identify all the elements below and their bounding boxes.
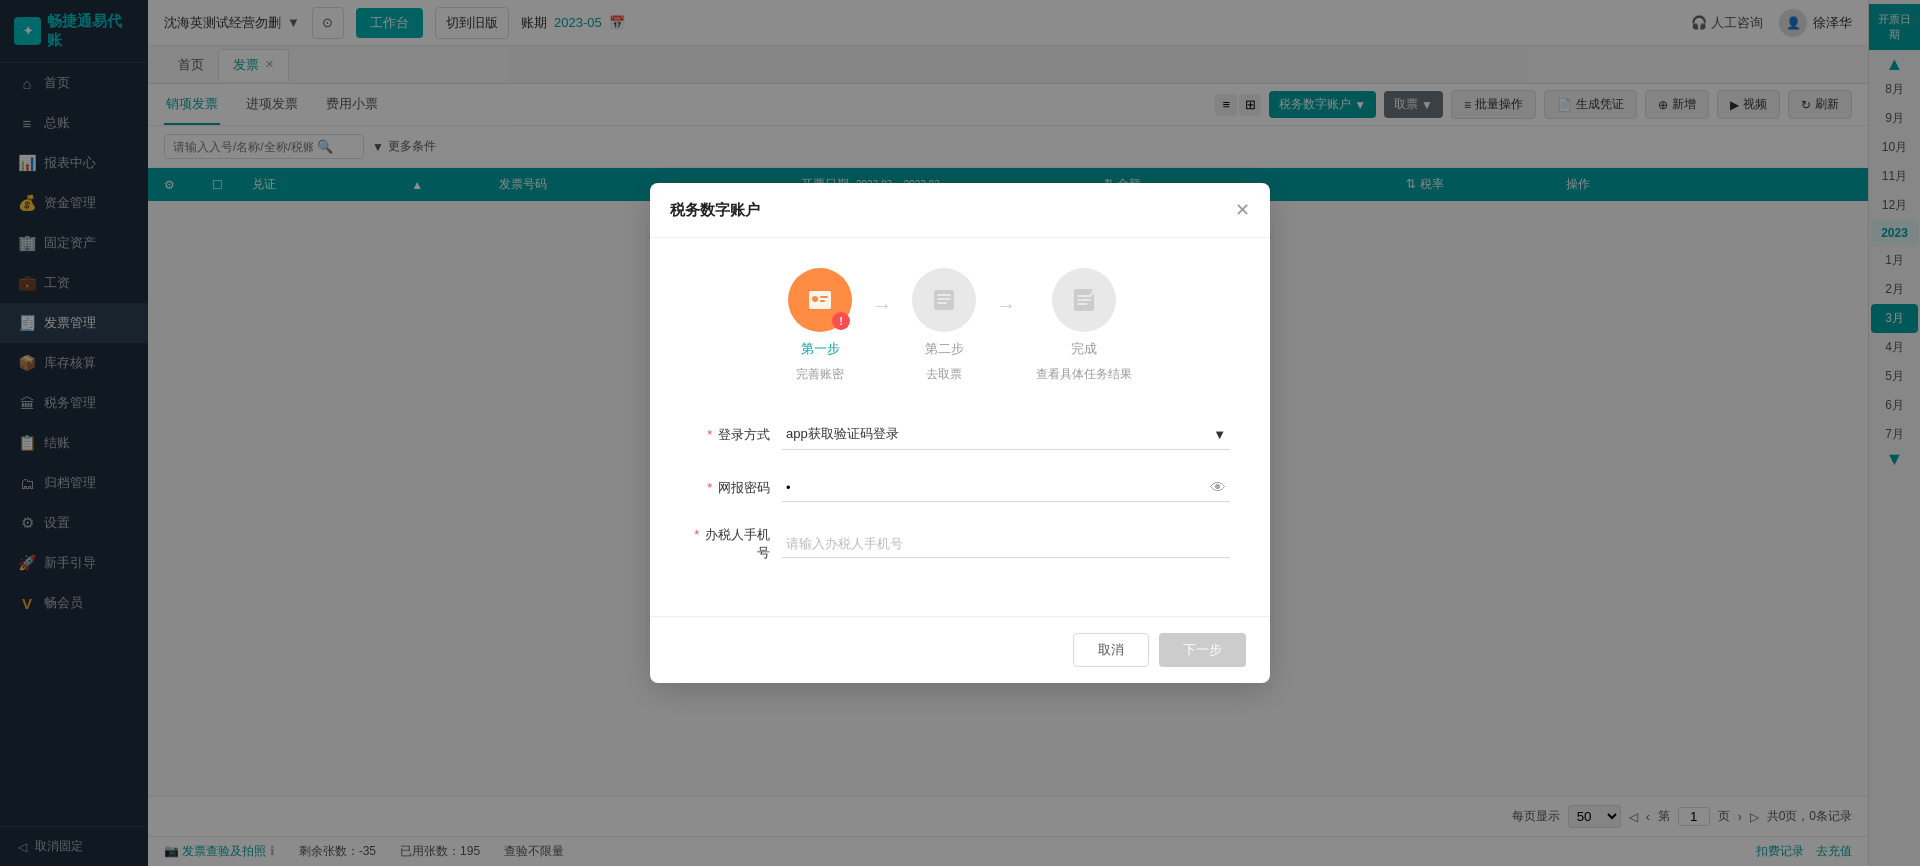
step-arrow-2: → — [976, 294, 1036, 317]
dialog-footer: 取消 下一步 — [650, 616, 1270, 683]
step3-label: 完成 — [1071, 340, 1097, 358]
svg-rect-8 — [937, 298, 951, 300]
form-row-phone: * 办税人手机号 — [690, 526, 1230, 562]
cancel-button[interactable]: 取消 — [1073, 633, 1149, 667]
password-label: * 网报密码 — [690, 479, 770, 497]
form-row-password: * 网报密码 👁 — [690, 474, 1230, 502]
phone-input[interactable] — [782, 530, 1230, 558]
svg-rect-4 — [820, 300, 825, 302]
dialog-overlay: 税务数字账户 ✕ ! — [0, 0, 1920, 866]
login-method-chevron-icon: ▼ — [1213, 427, 1226, 442]
svg-rect-13 — [1077, 299, 1091, 301]
dialog-body: ! 第一步 完善账密 → — [650, 238, 1270, 616]
login-method-select[interactable]: app获取验证码登录 ▼ — [782, 419, 1230, 450]
tax-account-dialog: 税务数字账户 ✕ ! — [650, 183, 1270, 683]
svg-rect-9 — [937, 302, 947, 304]
phone-control — [782, 530, 1230, 558]
step1-desc: 完善账密 — [796, 366, 844, 383]
phone-label: * 办税人手机号 — [690, 526, 770, 562]
form-row-login-method: * 登录方式 app获取验证码登录 ▼ — [690, 419, 1230, 450]
password-control: 👁 — [782, 474, 1230, 502]
step2-label: 第二步 — [925, 340, 964, 358]
dialog-close-button[interactable]: ✕ — [1235, 199, 1250, 221]
login-method-label: * 登录方式 — [690, 426, 770, 444]
step-arrow-1: → — [852, 294, 912, 317]
svg-rect-3 — [820, 296, 828, 298]
step3-desc: 查看具体任务结果 — [1036, 366, 1132, 383]
login-method-control: app获取验证码登录 ▼ — [782, 419, 1230, 450]
password-toggle-icon[interactable]: 👁 — [1206, 479, 1230, 497]
svg-point-2 — [812, 296, 818, 302]
next-button[interactable]: 下一步 — [1159, 633, 1246, 667]
step-3: 完成 查看具体任务结果 — [1036, 268, 1132, 383]
steps-container: ! 第一步 完善账密 → — [690, 268, 1230, 383]
step3-icon — [1052, 268, 1116, 332]
step2-desc: 去取票 — [926, 366, 962, 383]
dialog-header: 税务数字账户 ✕ — [650, 183, 1270, 238]
svg-rect-14 — [1077, 303, 1087, 305]
dialog-title: 税务数字账户 — [670, 201, 760, 220]
step-1: ! 第一步 完善账密 — [788, 268, 852, 383]
step-2: 第二步 去取票 — [912, 268, 976, 383]
svg-rect-7 — [937, 294, 951, 296]
step2-icon — [912, 268, 976, 332]
svg-rect-12 — [1077, 295, 1091, 297]
password-wrapper: 👁 — [782, 474, 1230, 502]
step1-icon: ! — [788, 268, 852, 332]
step1-badge: ! — [832, 312, 850, 330]
password-input[interactable] — [782, 474, 1206, 501]
step1-label: 第一步 — [801, 340, 840, 358]
